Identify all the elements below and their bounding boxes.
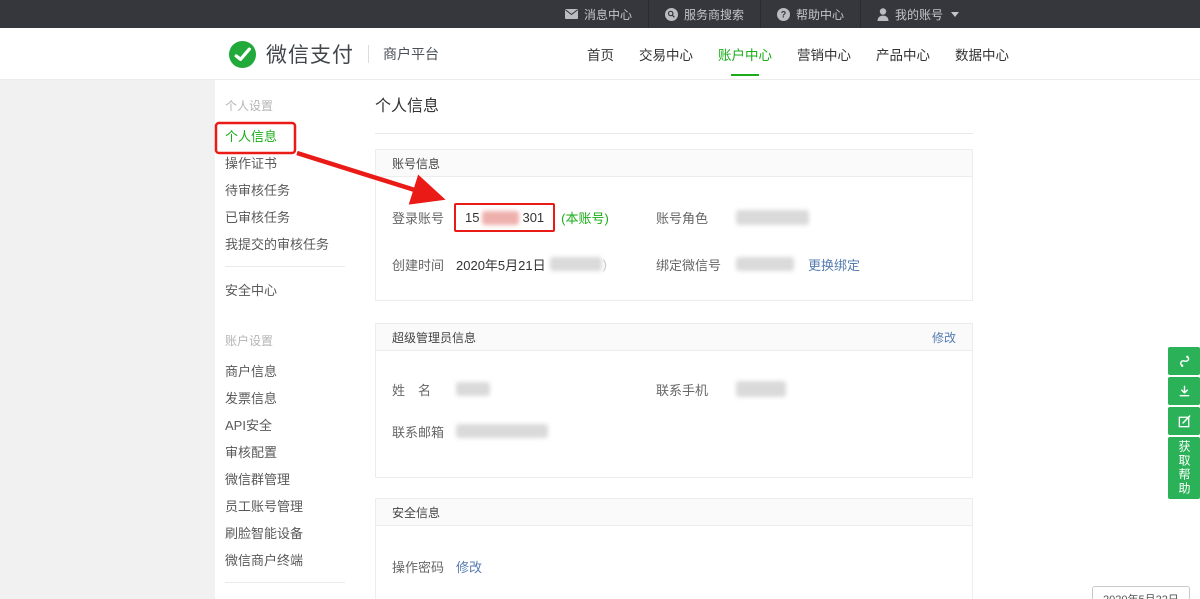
sidebar-item-merchant-info[interactable]: 商户信息 <box>225 357 345 384</box>
topbar-item-message-center[interactable]: 消息中心 <box>549 0 648 28</box>
sidebar-section-personal-settings: 个人设置 <box>225 92 345 119</box>
created-time-redaction <box>550 257 602 271</box>
link-icon <box>1177 354 1192 369</box>
sidebar-item-my-submitted-tasks[interactable]: 我提交的审核任务 <box>225 230 345 257</box>
floating-toolbar: 获取帮助 <box>1168 347 1200 499</box>
sidebar-item-operation-certificate[interactable]: 操作证书 <box>225 149 345 176</box>
operation-password-label: 操作密码 <box>392 557 456 576</box>
created-time-label: 创建时间 <box>392 255 456 274</box>
topbar-item-my-account[interactable]: 我的账号 <box>860 0 975 28</box>
bound-wechat-redaction <box>736 257 794 271</box>
contact-email-redaction <box>456 424 548 438</box>
admin-name-label: 姓 名 <box>392 380 456 399</box>
contact-email-label: 联系邮箱 <box>392 422 456 441</box>
nav-item-data-center[interactable]: 数据中心 <box>953 44 1011 64</box>
wechat-pay-logo-icon <box>228 40 257 69</box>
login-account-redaction <box>482 211 519 225</box>
login-account-annotation-box: 15 301 <box>454 203 555 232</box>
account-role-label: 账号角色 <box>656 208 736 227</box>
envelope-icon <box>565 9 578 19</box>
caret-down-icon <box>951 12 959 17</box>
main-nav: 首页 交易中心 账户中心 营销中心 产品中心 数据中心 <box>585 28 1011 80</box>
sidebar-section-account-settings: 账户设置 <box>225 327 345 354</box>
login-account-label: 登录账号 <box>392 208 456 227</box>
sidebar-item-staff-account-management[interactable]: 员工账号管理 <box>225 492 345 519</box>
login-account-prefix: 15 <box>465 210 479 225</box>
topbar: 消息中心 服务商搜索 ? 帮助中心 我的账号 <box>0 0 1200 28</box>
created-time-paren: ) <box>603 257 607 272</box>
super-admin-section: 超级管理员信息 修改 姓 名 联系手机 联系邮箱 <box>375 323 973 478</box>
sidebar-item-review-config[interactable]: 审核配置 <box>225 438 345 465</box>
sidebar-spacer <box>225 303 345 327</box>
date-tooltip: 2020年5月22日 <box>1092 586 1190 599</box>
account-info-body: 登录账号 15 301 (本账号) 账号角色 <box>376 177 972 300</box>
share-link-button[interactable] <box>1168 347 1200 375</box>
user-icon <box>877 8 889 21</box>
sidebar-item-reviewed-tasks[interactable]: 已审核任务 <box>225 203 345 230</box>
title-divider <box>375 133 973 134</box>
search-circle-icon <box>665 8 678 21</box>
admin-modify-link[interactable]: 修改 <box>932 329 956 346</box>
login-account-suffix: 301 <box>522 210 544 225</box>
sidebar-divider <box>225 266 345 267</box>
get-help-button[interactable]: 获取帮助 <box>1168 437 1200 499</box>
topbar-item-help-center[interactable]: ? 帮助中心 <box>760 0 860 28</box>
account-info-section: 账号信息 登录账号 15 301 (本账号) <box>375 149 973 301</box>
brand-title: 微信支付 <box>266 39 354 69</box>
get-help-label: 获取帮助 <box>1168 440 1200 496</box>
wechat-pay-merchant-portal: 消息中心 服务商搜索 ? 帮助中心 我的账号 <box>0 0 1200 599</box>
section-title: 安全信息 <box>392 504 440 521</box>
contact-phone-label: 联系手机 <box>656 380 736 399</box>
section-title: 超级管理员信息 <box>392 329 476 346</box>
portal-label: 商户平台 <box>383 44 439 64</box>
contact-phone-redaction <box>736 381 786 397</box>
topbar-item-label: 服务商搜索 <box>684 6 744 23</box>
left-gutter <box>0 80 215 599</box>
sidebar-divider <box>225 582 345 583</box>
question-circle-icon: ? <box>777 8 790 21</box>
svg-text:?: ? <box>781 9 787 19</box>
super-admin-body: 姓 名 联系手机 联系邮箱 <box>376 351 972 477</box>
sidebar-item-wechat-merchant-terminal[interactable]: 微信商户终端 <box>225 546 345 573</box>
topbar-item-label: 消息中心 <box>584 6 632 23</box>
bound-wechat-label: 绑定微信号 <box>656 255 736 274</box>
security-info-body: 操作密码 修改 预留信息 未设置 修改 预留信息是由你自己设置的一段文字，用来鉴… <box>376 526 972 599</box>
nav-item-home[interactable]: 首页 <box>585 44 616 64</box>
sidebar-item-invoice-info[interactable]: 发票信息 <box>225 384 345 411</box>
nav-item-transaction-center[interactable]: 交易中心 <box>637 44 695 64</box>
created-time-value: 2020年5月21日 <box>456 255 546 274</box>
admin-name-redaction <box>456 382 490 396</box>
sidebar-item-wechat-group-management[interactable]: 微信群管理 <box>225 465 345 492</box>
super-admin-header: 超级管理员信息 修改 <box>376 324 972 351</box>
nav-item-marketing-center[interactable]: 营销中心 <box>795 44 853 64</box>
brand-divider <box>368 45 369 63</box>
nav-item-account-center[interactable]: 账户中心 <box>716 44 774 64</box>
sidebar: 个人设置 个人信息 操作证书 待审核任务 已审核任务 我提交的审核任务 安全中心… <box>225 92 345 592</box>
topbar-item-label: 我的账号 <box>895 6 943 23</box>
section-title: 账号信息 <box>392 155 440 172</box>
sidebar-item-personal-info[interactable]: 个人信息 <box>225 122 345 149</box>
download-button[interactable] <box>1168 377 1200 405</box>
feedback-button[interactable] <box>1168 407 1200 435</box>
topbar-item-provider-search[interactable]: 服务商搜索 <box>648 0 760 28</box>
change-binding-link[interactable]: 更换绑定 <box>808 255 860 274</box>
account-role-redaction <box>736 210 809 225</box>
header: 微信支付 商户平台 首页 交易中心 账户中心 营销中心 产品中心 数据中心 <box>0 28 1200 80</box>
nav-item-product-center[interactable]: 产品中心 <box>874 44 932 64</box>
sidebar-item-face-smart-device[interactable]: 刷脸智能设备 <box>225 519 345 546</box>
account-info-header: 账号信息 <box>376 150 972 177</box>
sidebar-item-api-security[interactable]: API安全 <box>225 411 345 438</box>
download-icon <box>1177 384 1192 399</box>
sidebar-item-pending-review-tasks[interactable]: 待审核任务 <box>225 176 345 203</box>
brand-logo: 微信支付 商户平台 <box>228 39 439 69</box>
sidebar-item-security-center[interactable]: 安全中心 <box>225 276 345 303</box>
security-info-header: 安全信息 <box>376 499 972 526</box>
security-info-section: 安全信息 操作密码 修改 预留信息 未设置 修改 预留 <box>375 498 973 599</box>
page-title: 个人信息 <box>375 92 973 116</box>
topbar-item-label: 帮助中心 <box>796 6 844 23</box>
edit-icon <box>1177 414 1192 429</box>
current-account-tag: (本账号) <box>561 208 609 227</box>
main-content: 个人信息 账号信息 登录账号 15 301 <box>375 92 973 599</box>
password-modify-link[interactable]: 修改 <box>456 557 482 576</box>
